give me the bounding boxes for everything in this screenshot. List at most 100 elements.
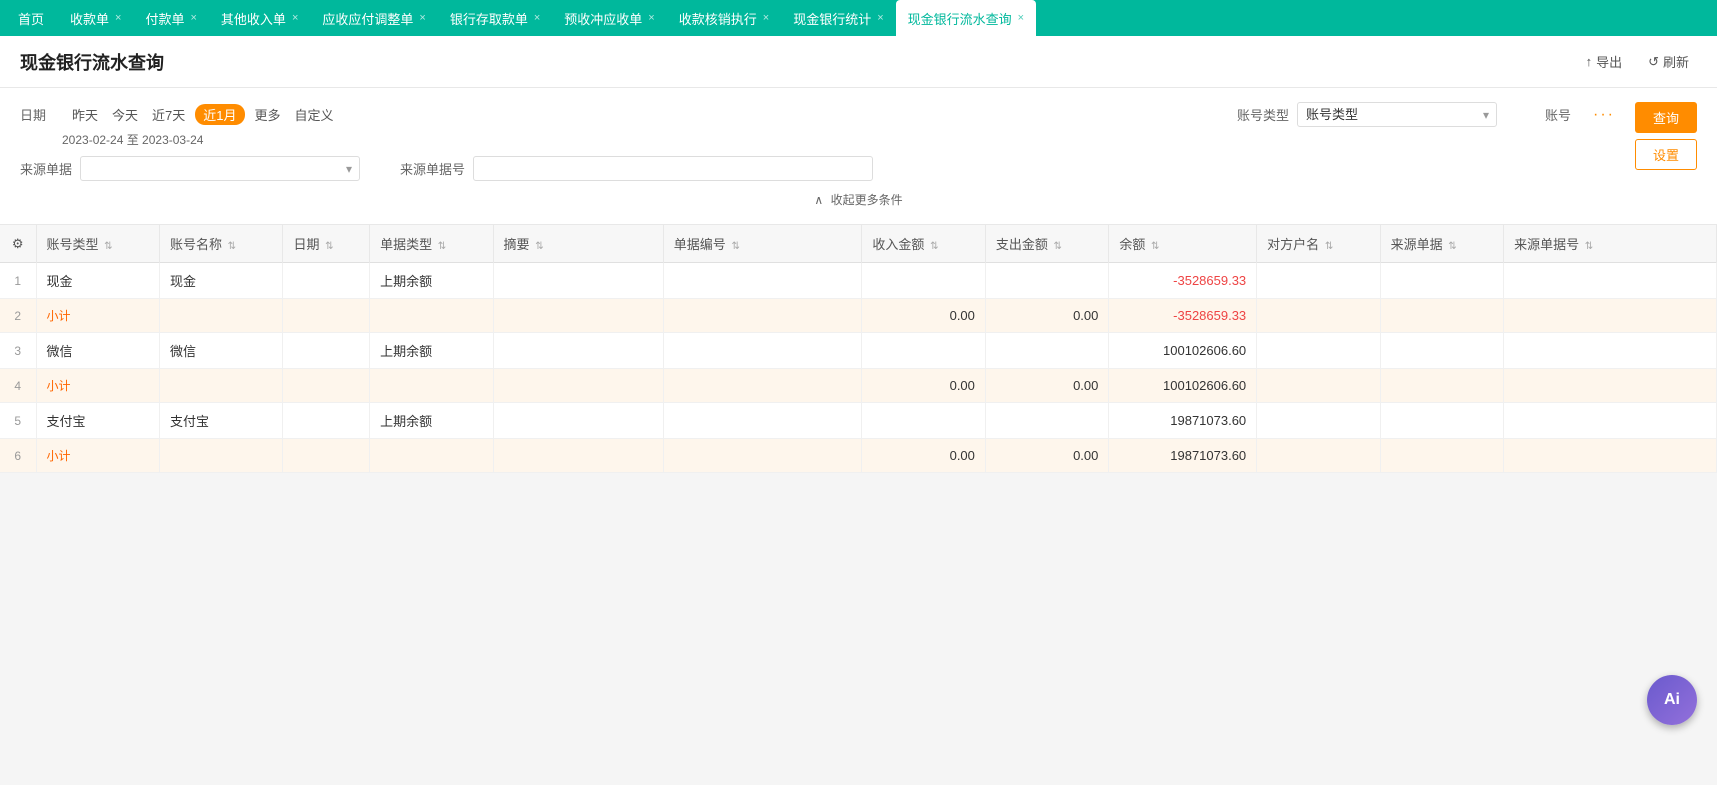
row-num: 3 [0,333,36,369]
close-icon[interactable]: × [1018,12,1024,24]
table-row: 3 微信 微信 上期余额 100102606.60 [0,333,1717,369]
cell-counterparty [1257,263,1380,299]
sort-icon[interactable]: ⇅ [325,241,333,252]
date-btn-today[interactable]: 今天 [108,104,142,125]
cell-counterparty [1257,369,1380,403]
close-icon[interactable]: × [419,12,425,24]
col-settings[interactable]: ⚙ [0,225,36,263]
col-summary: 摘要 ⇅ [493,225,663,263]
cell-date [283,403,370,439]
cell-account-type: 现金 [36,263,159,299]
date-btn-more[interactable]: 更多 [251,104,285,125]
gear-icon: ⚙ [12,236,24,251]
nav-item-0[interactable]: 收款单 × [58,0,133,36]
sort-icon[interactable]: ⇅ [228,241,236,252]
row-num: 4 [0,369,36,403]
nav-item-3[interactable]: 应收应付调整单 × [310,0,437,36]
close-icon[interactable]: × [763,12,769,24]
sort-icon[interactable]: ⇅ [1054,241,1062,252]
sort-icon[interactable]: ⇅ [535,241,543,252]
cell-account-type: 小计 [36,439,159,473]
sort-icon[interactable]: ⇅ [1448,241,1456,252]
sort-icon[interactable]: ⇅ [1585,241,1593,252]
source-doc-select[interactable] [80,156,360,181]
account-dots[interactable]: ··· [1593,106,1615,124]
nav-item-6[interactable]: 收款核销执行 × [667,0,781,36]
date-btn-yesterday[interactable]: 昨天 [68,104,102,125]
sort-icon[interactable]: ⇅ [1325,241,1333,252]
cell-expense [985,263,1108,299]
cell-expense: 0.00 [985,369,1108,403]
cell-doc-type: 上期余额 [370,333,493,369]
cell-account-type: 小计 [36,299,159,333]
col-income: 收入金额 ⇅ [862,225,985,263]
close-icon[interactable]: × [292,12,298,24]
refresh-icon: ↺ [1648,54,1659,70]
cell-account-type: 微信 [36,333,159,369]
filter-right-actions: 查询 设置 [1635,102,1697,170]
cell-account-name [159,369,282,403]
nav-item-7[interactable]: 现金银行统计 × [781,0,895,36]
cell-date [283,299,370,333]
close-icon[interactable]: × [534,12,540,24]
nav-item-2[interactable]: 其他收入单 × [209,0,310,36]
date-btn-custom[interactable]: 自定义 [291,104,338,125]
collapse-bar[interactable]: ∧ 收起更多条件 [20,187,1697,216]
cell-summary [493,333,663,369]
table-row: 6 小计 0.00 0.00 19871073.60 [0,439,1717,473]
cell-source-doc [1380,333,1503,369]
close-icon[interactable]: × [190,12,196,24]
account-type-select[interactable]: 账号类型 [1297,102,1497,127]
cell-doc-no [663,439,862,473]
date-label: 日期 [20,105,60,124]
sort-icon[interactable]: ⇅ [1151,241,1159,252]
cell-counterparty [1257,333,1380,369]
account-type-select-wrapper: 账号类型 [1297,102,1497,127]
source-doc-select-wrapper [80,156,360,181]
cell-expense [985,333,1108,369]
settings-button[interactable]: 设置 [1635,139,1697,170]
cell-counterparty [1257,403,1380,439]
account-type-label: 账号类型 [1237,105,1289,124]
cell-source-doc-no [1504,403,1717,439]
date-btn-7days[interactable]: 近7天 [148,104,189,125]
query-button[interactable]: 查询 [1635,102,1697,133]
col-source-doc-no: 来源单据号 ⇅ [1504,225,1717,263]
date-btn-1month[interactable]: 近1月 [195,104,244,125]
col-expense: 支出金额 ⇅ [985,225,1108,263]
nav-item-1[interactable]: 付款单 × [133,0,208,36]
col-account-type: 账号类型 ⇅ [36,225,159,263]
source-doc-no-input[interactable] [473,156,873,181]
sort-icon[interactable]: ⇅ [104,241,112,252]
sort-icon[interactable]: ⇅ [438,241,446,252]
filter-row-source: 来源单据 来源单据号 [20,156,1615,181]
export-button[interactable]: ↑ 导出 [1578,48,1631,75]
cell-summary [493,263,663,299]
nav-item-8[interactable]: 现金银行流水查询 × [896,0,1036,36]
source-doc-label: 来源单据 [20,159,72,178]
cell-source-doc-no [1504,369,1717,403]
nav-home[interactable]: 首页 [4,0,58,36]
table-row: 2 小计 0.00 0.00 -3528659.33 [0,299,1717,333]
sort-icon[interactable]: ⇅ [731,241,739,252]
data-table: ⚙ 账号类型 ⇅ 账号名称 ⇅ 日期 ⇅ 单据类型 ⇅ [0,225,1717,473]
date-shortcuts: 昨天 今天 近7天 近1月 更多 自定义 [68,104,338,125]
close-icon[interactable]: × [877,12,883,24]
cell-doc-no [663,403,862,439]
collapse-icon: ∧ [814,193,823,207]
header-actions: ↑ 导出 ↺ 刷新 [1578,48,1697,75]
cell-doc-type [370,369,493,403]
cell-account-name [159,299,282,333]
close-icon[interactable]: × [115,12,121,24]
refresh-button[interactable]: ↺ 刷新 [1640,48,1697,75]
nav-item-5[interactable]: 预收冲应收单 × [552,0,666,36]
nav-item-4[interactable]: 银行存取款单 × [438,0,552,36]
cell-income: 0.00 [862,439,985,473]
close-icon[interactable]: × [648,12,654,24]
cell-summary [493,299,663,333]
cell-doc-no [663,369,862,403]
cell-source-doc [1380,263,1503,299]
sort-icon[interactable]: ⇅ [930,241,938,252]
ai-assistant-button[interactable]: Ai [1647,675,1697,725]
page-title: 现金银行流水查询 [20,49,164,75]
